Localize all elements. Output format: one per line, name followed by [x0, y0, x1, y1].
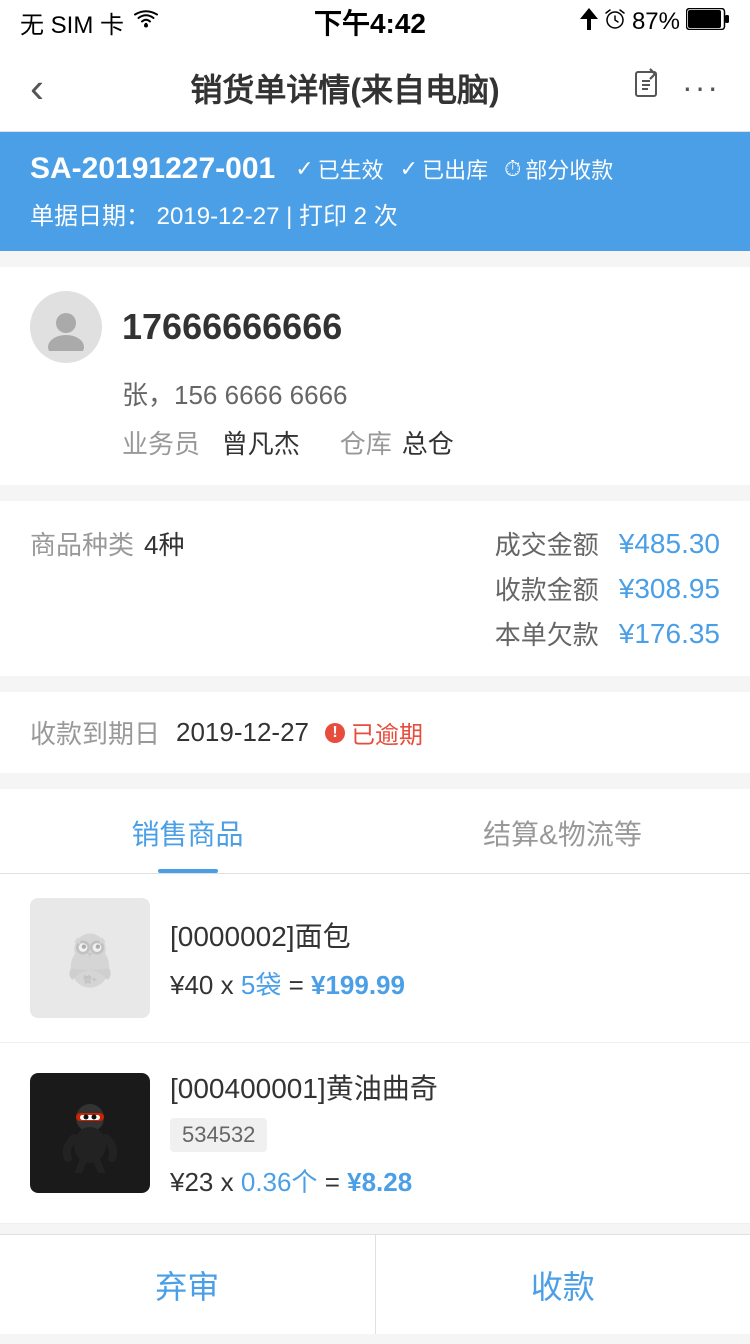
battery-icon	[686, 8, 730, 37]
sales-name: 曾凡杰	[222, 429, 300, 459]
product-image-1: 管+	[30, 898, 150, 1018]
overdue-text: 已逾期	[351, 715, 423, 750]
tab-sales-products[interactable]: 销售商品	[0, 789, 375, 873]
cancel-button[interactable]: 弃审	[0, 1235, 376, 1334]
product-tag-2: 534532	[170, 1117, 720, 1152]
deal-amount-row: 成交金额 ¥485.30	[495, 525, 720, 562]
product-type-value: 4种	[144, 525, 184, 562]
date-value: 2019-12-27	[157, 203, 280, 230]
back-button[interactable]: ‹	[30, 64, 90, 112]
price-qty-2: 0.36个	[241, 1167, 318, 1197]
alarm-icon	[604, 8, 626, 37]
product-image-2	[30, 1073, 150, 1193]
more-icon[interactable]: ···	[682, 69, 720, 106]
bottom-bar: 弃审 收款	[0, 1234, 750, 1334]
received-amount-row: 收款金额 ¥308.95	[495, 570, 720, 607]
order-header: SA-20191227-001 ✓ 已生效 ✓ 已出库 ⏱ 部分收款 单据日期：…	[0, 132, 750, 251]
status-shipped-label: 已出库	[422, 153, 488, 185]
print-text: | 打印 2 次	[286, 203, 398, 230]
order-date: 单据日期： 2019-12-27 | 打印 2 次	[30, 196, 720, 231]
price-total-2: ¥8.28	[347, 1167, 412, 1197]
list-item: [000400001]黄油曲奇 534532 ¥23 x 0.36个 = ¥8.…	[0, 1043, 750, 1224]
status-badge-effective: ✓ 已生效	[295, 153, 383, 185]
received-value: ¥308.95	[619, 573, 720, 605]
product-info-2: [000400001]黄油曲奇 534532 ¥23 x 0.36个 = ¥8.…	[170, 1067, 720, 1199]
date-label: 单据日期：	[30, 203, 150, 230]
overdue-badge: ! 已逾期	[325, 715, 423, 750]
overdue-dot-icon: !	[325, 723, 345, 743]
status-effective-label: 已生效	[318, 153, 384, 185]
product-code-1: [0000002]	[170, 921, 295, 952]
owed-label: 本单欠款	[495, 615, 599, 652]
avatar	[30, 291, 102, 363]
product-title-1: 面包	[295, 921, 351, 952]
product-list: 管+ [0000002]面包 ¥40 x 5袋 = ¥199.99	[0, 874, 750, 1224]
product-name-2: [000400001]黄油曲奇	[170, 1067, 720, 1107]
customer-name: 17666666666	[122, 306, 342, 348]
product-tag-label-2: 534532	[170, 1118, 267, 1152]
page-title: 销货单详情(来自电脑)	[90, 65, 600, 111]
product-code-2: [000400001]	[170, 1073, 326, 1104]
product-price-2: ¥23 x 0.36个 = ¥8.28	[170, 1162, 720, 1199]
status-time: 下午4:42	[314, 2, 426, 42]
product-price-1: ¥40 x 5袋 = ¥199.99	[170, 965, 720, 1002]
share-icon[interactable]	[630, 68, 662, 107]
customer-info: 张，156 6666 6666	[30, 375, 720, 412]
customer-meta: 业务员 曾凡杰 仓库 总仓	[30, 424, 720, 461]
location-icon	[580, 8, 598, 37]
nav-actions: ···	[600, 68, 720, 107]
status-bar: 无 SIM 卡 下午4:42 87%	[0, 0, 750, 44]
owed-amount-row: 本单欠款 ¥176.35	[495, 615, 720, 652]
order-status-badges: ✓ 已生效 ✓ 已出库 ⏱ 部分收款	[295, 153, 613, 185]
customer-top: 17666666666	[30, 291, 720, 363]
customer-section: 17666666666 张，156 6666 6666 业务员 曾凡杰 仓库 总…	[0, 267, 750, 485]
order-number: SA-20191227-001	[30, 152, 275, 186]
status-badge-partial: ⏱ 部分收款	[504, 153, 613, 185]
tab-settlement[interactable]: 结算&物流等	[375, 789, 750, 873]
confirm-button[interactable]: 收款	[376, 1235, 750, 1334]
product-title-2: 黄油曲奇	[326, 1073, 438, 1104]
battery-percent: 87%	[632, 8, 680, 36]
equals-1: =	[289, 970, 311, 1000]
summary-section: 商品种类 4种 成交金额 ¥485.30 收款金额 ¥308.95 本单欠款 ¥…	[0, 501, 750, 676]
due-date-label: 收款到期日	[30, 714, 160, 751]
price-amount-1: ¥40	[170, 970, 213, 1000]
status-partial-label: 部分收款	[525, 153, 613, 185]
price-qty-1: 5袋	[241, 970, 281, 1000]
status-left: 无 SIM 卡	[20, 5, 160, 40]
x-separator-2: x	[221, 1167, 241, 1197]
check-icon-2: ✓	[400, 156, 418, 182]
sales-label: 业务员 曾凡杰	[122, 424, 300, 461]
deal-label: 成交金额	[495, 525, 599, 562]
price-amount-2: ¥23	[170, 1167, 213, 1197]
owed-value: ¥176.35	[619, 618, 720, 650]
wifi-icon	[132, 8, 160, 36]
tabs-header: 销售商品 结算&物流等	[0, 789, 750, 874]
product-name-1: [0000002]面包	[170, 915, 720, 955]
summary-left: 商品种类 4种	[30, 525, 184, 562]
svg-text:管+: 管+	[83, 974, 97, 985]
sim-text: 无 SIM 卡	[20, 5, 124, 40]
product-info-1: [0000002]面包 ¥40 x 5袋 = ¥199.99	[170, 915, 720, 1002]
nav-bar: ‹ 销货单详情(来自电脑) ···	[0, 44, 750, 132]
x-separator-1: x	[221, 970, 241, 1000]
clock-icon: ⏱	[504, 156, 521, 182]
warehouse-name: 总仓	[402, 424, 454, 461]
price-total-1: ¥199.99	[311, 970, 405, 1000]
summary-right: 成交金额 ¥485.30 收款金额 ¥308.95 本单欠款 ¥176.35	[495, 525, 720, 652]
warehouse-label: 仓库	[340, 424, 392, 461]
product-type-item: 商品种类 4种	[30, 525, 184, 562]
check-icon-1: ✓	[295, 156, 313, 182]
list-item: 管+ [0000002]面包 ¥40 x 5袋 = ¥199.99	[0, 874, 750, 1043]
deal-value: ¥485.30	[619, 528, 720, 560]
received-label: 收款金额	[495, 570, 599, 607]
due-date-value: 2019-12-27	[176, 717, 309, 748]
due-date-section: 收款到期日 2019-12-27 ! 已逾期	[0, 692, 750, 773]
tabs-section: 销售商品 结算&物流等	[0, 789, 750, 1224]
status-badge-shipped: ✓ 已出库	[400, 153, 488, 185]
status-right: 87%	[580, 8, 730, 37]
equals-2: =	[325, 1167, 347, 1197]
product-type-label: 商品种类	[30, 525, 134, 562]
